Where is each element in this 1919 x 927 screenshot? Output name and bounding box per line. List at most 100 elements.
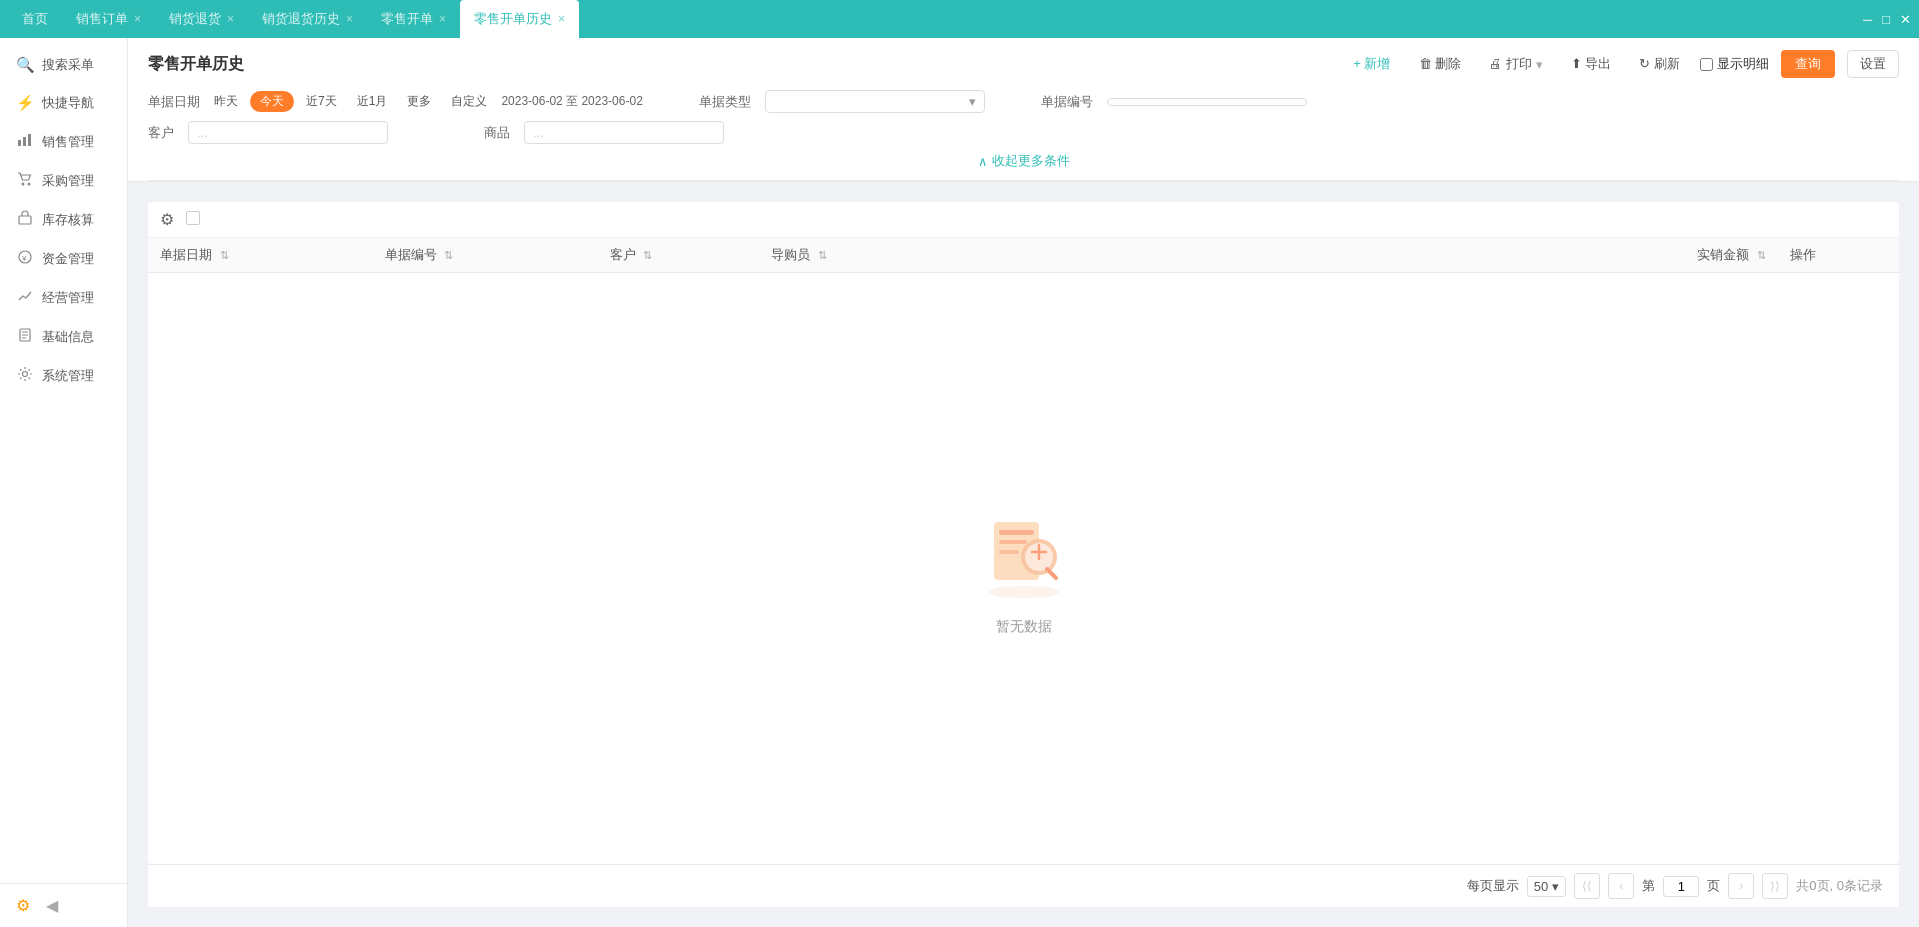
- prev-page-btn[interactable]: ‹: [1608, 873, 1634, 899]
- table-settings-icon[interactable]: ⚙: [160, 210, 174, 229]
- sidebar-item-business-label: 经营管理: [42, 289, 94, 307]
- sidebar-collapse-icon[interactable]: ◀: [46, 896, 58, 915]
- date-btn-more[interactable]: 更多: [399, 91, 439, 112]
- sidebar-item-search-purchase-label: 搜索采单: [42, 56, 94, 74]
- customer-input[interactable]: ...: [188, 121, 388, 144]
- sort-date-icon[interactable]: ⇅: [220, 249, 229, 261]
- sidebar-item-inventory[interactable]: 库存核算: [0, 200, 127, 239]
- tab-sales-return-history-label: 销货退货历史: [262, 10, 340, 28]
- sidebar-bottom: ⚙ ◀: [0, 883, 127, 927]
- last-page-btn[interactable]: ⟩⟩: [1762, 873, 1788, 899]
- basic-info-icon: [16, 327, 34, 346]
- table-header-row: 单据日期 ⇅ 单据编号 ⇅ 客户 ⇅: [148, 238, 1899, 273]
- tab-sales-return-history-close[interactable]: ×: [346, 12, 353, 26]
- sidebar-settings-icon[interactable]: ⚙: [16, 896, 30, 915]
- sidebar-item-sales-mgmt[interactable]: 销售管理: [0, 122, 127, 161]
- customer-placeholder: ...: [197, 125, 208, 140]
- sidebar-item-finance-label: 资金管理: [42, 250, 94, 268]
- date-btn-custom[interactable]: 自定义: [443, 91, 495, 112]
- sidebar-item-quick-nav-label: 快捷导航: [42, 94, 94, 112]
- page-unit: 页: [1707, 877, 1720, 895]
- page-header: 零售开单历史 + 新增 🗑 删除 🖨 打印 ▾ ⬆ 导出: [128, 38, 1919, 182]
- tab-sales-return-label: 销货退货: [169, 10, 221, 28]
- page-title-row: 零售开单历史 + 新增 🗑 删除 🖨 打印 ▾ ⬆ 导出: [148, 50, 1899, 78]
- sort-no-icon[interactable]: ⇅: [444, 249, 453, 261]
- sidebar-item-basic-info[interactable]: 基础信息: [0, 317, 127, 356]
- delete-button[interactable]: 🗑 删除: [1411, 51, 1470, 77]
- close-btn[interactable]: ✕: [1900, 12, 1911, 27]
- tab-retail-open-history-close[interactable]: ×: [558, 12, 565, 26]
- filter-row-1: 单据日期 昨天 今天 近7天 近1月 更多 自定义 2023-06-02 至 2…: [148, 90, 1899, 113]
- goods-label: 商品: [484, 124, 510, 142]
- refresh-button[interactable]: ↻ 刷新: [1631, 51, 1688, 77]
- tab-sales-return[interactable]: 销货退货 ×: [155, 0, 248, 38]
- next-page-btn[interactable]: ›: [1728, 873, 1754, 899]
- settings-button[interactable]: 设置: [1847, 50, 1899, 78]
- col-amount[interactable]: 实销金额 ⇅: [1553, 238, 1778, 273]
- add-button[interactable]: + 新增: [1345, 51, 1398, 77]
- query-label: 查询: [1795, 55, 1821, 73]
- sort-customer-icon[interactable]: ⇅: [643, 249, 652, 261]
- refresh-label: ↻ 刷新: [1639, 55, 1680, 73]
- col-date-label: 单据日期: [160, 247, 212, 262]
- tab-retail-open-close[interactable]: ×: [439, 12, 446, 26]
- sidebar-item-finance[interactable]: ¥ 资金管理: [0, 239, 127, 278]
- first-page-btn[interactable]: ⟨⟨: [1574, 873, 1600, 899]
- type-select[interactable]: ▾: [765, 90, 985, 113]
- tab-sales-order[interactable]: 销售订单 ×: [62, 0, 155, 38]
- query-button[interactable]: 查询: [1781, 50, 1835, 78]
- sidebar-item-purchase-mgmt[interactable]: 采购管理: [0, 161, 127, 200]
- col-guide[interactable]: 导购员 ⇅: [759, 238, 952, 273]
- sort-guide-icon[interactable]: ⇅: [818, 249, 827, 261]
- page-size-select[interactable]: 50 ▾: [1527, 876, 1566, 897]
- date-range: 2023-06-02 至 2023-06-02: [501, 93, 642, 110]
- business-icon: [16, 288, 34, 307]
- tab-sales-return-close[interactable]: ×: [227, 12, 234, 26]
- collapse-label: 收起更多条件: [992, 152, 1070, 170]
- export-button[interactable]: ⬆ 导出: [1563, 51, 1620, 77]
- show-detail-checkbox[interactable]: 显示明细: [1700, 55, 1769, 73]
- print-button[interactable]: 🖨 打印 ▾: [1481, 51, 1551, 77]
- sort-amount-icon[interactable]: ⇅: [1757, 249, 1766, 261]
- date-btn-7days[interactable]: 近7天: [298, 91, 345, 112]
- svg-rect-16: [999, 540, 1027, 544]
- show-detail-input[interactable]: [1700, 58, 1713, 71]
- settings-label: 设置: [1860, 55, 1886, 73]
- table-wrapper: ⚙ 单据日期 ⇅ 单据编号: [128, 182, 1919, 927]
- svg-rect-1: [23, 137, 26, 146]
- date-btn-1month[interactable]: 近1月: [349, 91, 396, 112]
- col-no[interactable]: 单据编号 ⇅: [373, 238, 598, 273]
- sidebar-item-quick-nav[interactable]: ⚡ 快捷导航: [0, 84, 127, 122]
- export-label: ⬆ 导出: [1571, 55, 1612, 73]
- tab-home[interactable]: 首页: [8, 0, 62, 38]
- filter-type: 单据类型 ▾: [699, 90, 985, 113]
- print-arrow-icon: ▾: [1536, 57, 1543, 72]
- page-number-input[interactable]: [1663, 876, 1699, 897]
- col-action-label: 操作: [1790, 247, 1816, 262]
- table-empty-state: 暂无数据: [148, 273, 1899, 864]
- col-date[interactable]: 单据日期 ⇅: [148, 238, 373, 273]
- table-checkbox-all[interactable]: [186, 211, 200, 228]
- minimize-btn[interactable]: ─: [1863, 12, 1872, 27]
- tab-retail-open[interactable]: 零售开单 ×: [367, 0, 460, 38]
- tab-sales-return-history[interactable]: 销货退货历史 ×: [248, 0, 367, 38]
- sidebar-item-system[interactable]: 系统管理: [0, 356, 127, 395]
- system-icon: [16, 366, 34, 385]
- window-controls: ─ □ ✕: [1863, 12, 1911, 27]
- maximize-btn[interactable]: □: [1882, 12, 1890, 27]
- main-layout: 🔍 搜索采单 ⚡ 快捷导航 销售管理 采购管理 库存核算: [0, 38, 1919, 927]
- date-btn-yesterday[interactable]: 昨天: [206, 91, 246, 112]
- tab-sales-order-close[interactable]: ×: [134, 12, 141, 26]
- tab-home-label: 首页: [22, 10, 48, 28]
- doc-no-input[interactable]: [1107, 98, 1307, 106]
- total-info: 共0页, 0条记录: [1796, 877, 1883, 895]
- tab-retail-open-history[interactable]: 零售开单历史 ×: [460, 0, 579, 38]
- goods-input[interactable]: ...: [524, 121, 724, 144]
- collapse-btn[interactable]: ∧ 收起更多条件: [978, 152, 1070, 170]
- sidebar-item-business[interactable]: 经营管理: [0, 278, 127, 317]
- select-all-checkbox[interactable]: [186, 211, 200, 225]
- date-btn-today[interactable]: 今天: [250, 91, 294, 112]
- col-customer[interactable]: 客户 ⇅: [598, 238, 760, 273]
- sidebar-item-search-purchase[interactable]: 🔍 搜索采单: [0, 46, 127, 84]
- svg-rect-15: [999, 530, 1034, 535]
